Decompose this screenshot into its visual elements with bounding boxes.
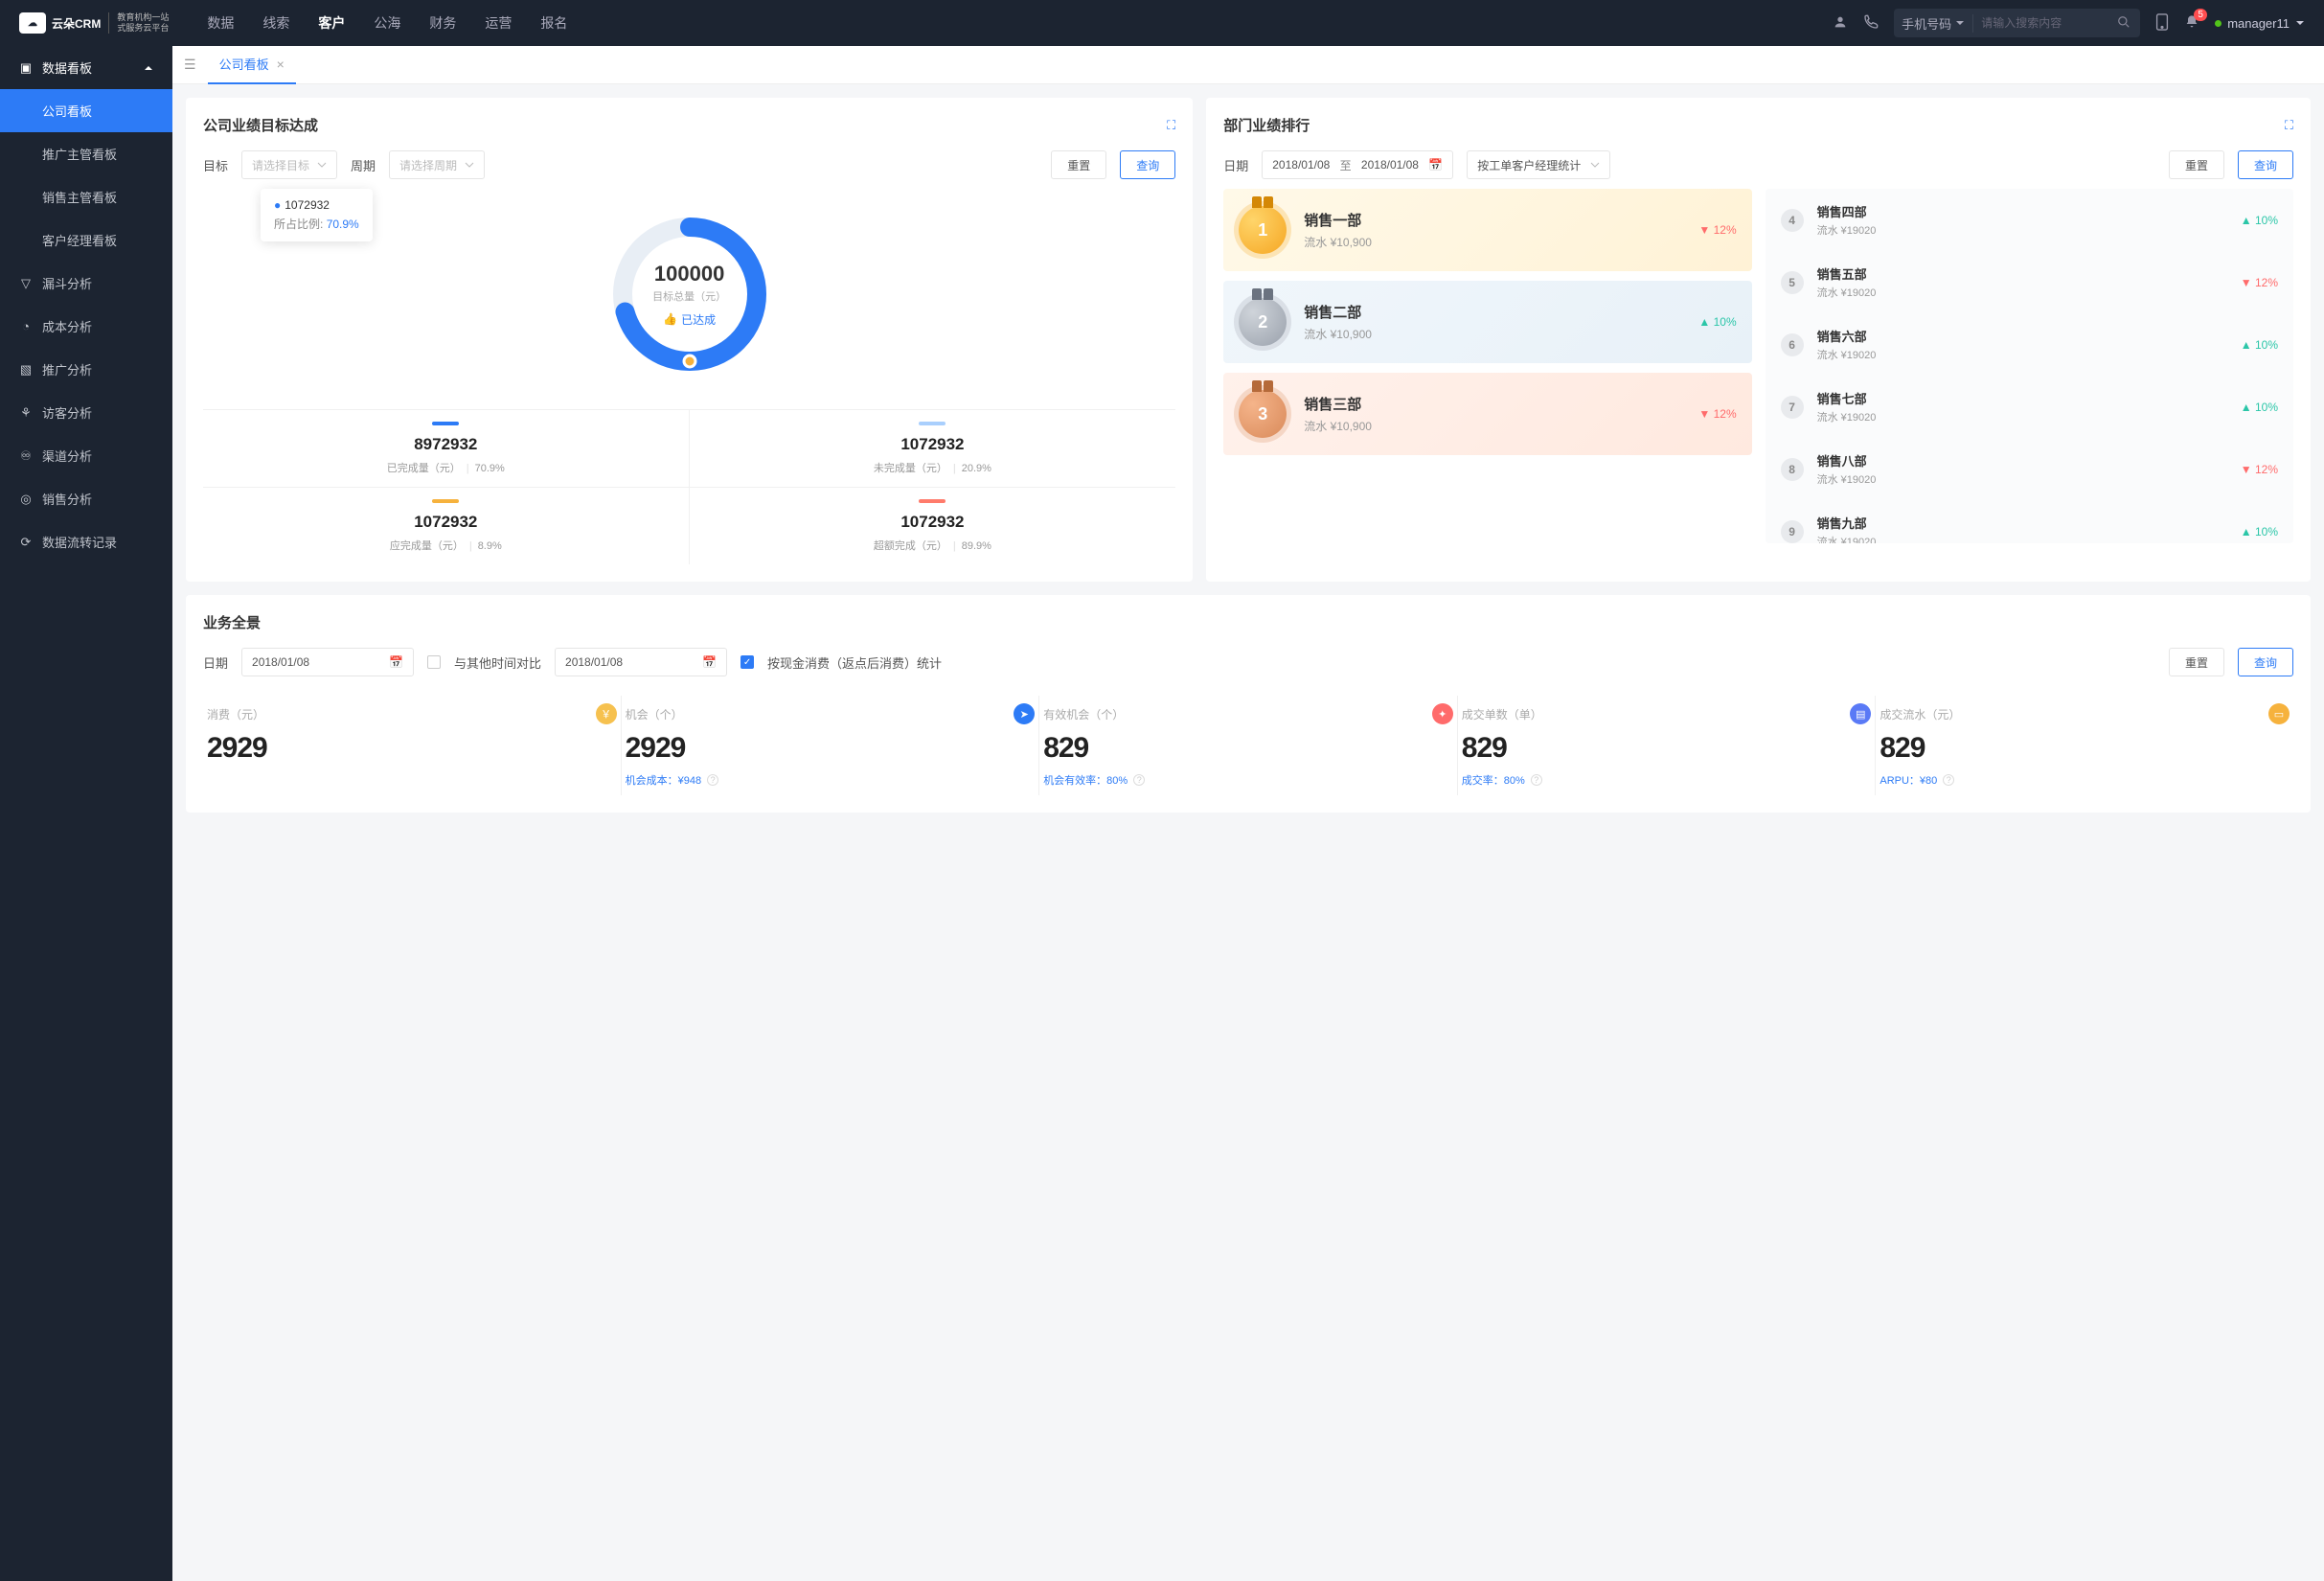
sidebar-item[interactable]: ♾渠道分析	[0, 434, 172, 477]
metric-cell: 1072932未完成量（元）|20.9%	[690, 409, 1176, 487]
sidebar-item[interactable]: ▧推广分析	[0, 348, 172, 391]
tab-company-board[interactable]: 公司看板 ×	[208, 46, 296, 84]
rank-top-item[interactable]: 2销售二部流水 ¥10,900▲ 10%	[1223, 281, 1751, 363]
rank-row[interactable]: 4销售四部流水 ¥19020▲ 10%	[1766, 189, 2293, 251]
chart-tooltip: ●1072932 所占比例: 70.9%	[261, 189, 373, 241]
sidebar-sub-item[interactable]: 公司看板	[0, 89, 172, 132]
tabs-bar: ☰ 公司看板 ×	[172, 46, 2324, 84]
donut-value: 100000	[654, 262, 724, 286]
rank-row[interactable]: 5销售五部流水 ¥19020▼ 12%	[1766, 251, 2293, 313]
card-overview-title: 业务全景	[203, 612, 261, 632]
filter-date-label: 日期	[1223, 156, 1248, 174]
kpi-card: 机会（个）➤2929机会成本：¥948?	[621, 696, 1039, 795]
expand-icon[interactable]: ⛶	[1167, 118, 1175, 133]
date-select[interactable]: 2018/01/08📅	[241, 648, 414, 676]
metric-cell: 1072932应完成量（元）|8.9%	[203, 487, 690, 564]
expand-icon[interactable]: ⛶	[2285, 118, 2293, 133]
filter-date-label: 日期	[203, 653, 228, 672]
notif-badge: 5	[2194, 9, 2207, 21]
rank-row[interactable]: 7销售七部流水 ¥19020▲ 10%	[1766, 376, 2293, 438]
rank-row[interactable]: 9销售九部流水 ¥19020▲ 10%	[1766, 500, 2293, 543]
filter-goal-label: 目标	[203, 156, 228, 174]
top-nav-item[interactable]: 数据	[207, 13, 234, 33]
donut-label: 目标总量（元）	[652, 288, 726, 304]
donut-chart: 100000 目标总量（元） 👍已达成	[604, 208, 776, 380]
sidebar-group-dashboard[interactable]: ▣数据看板	[0, 46, 172, 89]
sidebar-sub-item[interactable]: 客户经理看板	[0, 218, 172, 262]
card-overview: 业务全景 日期 2018/01/08📅 与其他时间对比 2018/01/08📅 …	[186, 595, 2311, 813]
top-nav: 数据 线索 客户 公海 财务 运营 报名	[207, 13, 1833, 33]
stat-type-select[interactable]: 按工单客户经理统计	[1467, 150, 1610, 179]
search-input[interactable]	[1973, 16, 2108, 30]
goal-select[interactable]: 请选择目标	[241, 150, 337, 179]
metric-cell: 8972932已完成量（元）|70.9%	[203, 409, 690, 487]
reset-button[interactable]: 重置	[2169, 648, 2224, 676]
search-type-select[interactable]: 手机号码	[1894, 14, 1973, 33]
sidebar-sub-item[interactable]: 推广主管看板	[0, 132, 172, 175]
card-rank-title: 部门业绩排行	[1223, 115, 1310, 135]
kpi-card: 有效机会（个）✦829机会有效率：80%?	[1038, 696, 1457, 795]
sidebar-item[interactable]: ⟳数据流转记录	[0, 520, 172, 563]
date2-select[interactable]: 2018/01/08📅	[555, 648, 727, 676]
query-button[interactable]: 查询	[1120, 150, 1175, 179]
search-icon[interactable]	[2108, 15, 2140, 32]
rank-row[interactable]: 6销售六部流水 ¥19020▲ 10%	[1766, 313, 2293, 376]
date-range-select[interactable]: 2018/01/08 至 2018/01/08 📅	[1262, 150, 1453, 179]
kpi-card: 成交流水（元）▭829ARPU：¥80?	[1875, 696, 2293, 795]
top-nav-item[interactable]: 财务	[429, 13, 456, 33]
top-nav-item[interactable]: 公海	[374, 13, 400, 33]
card-target: 公司业绩目标达成 ⛶ 目标 请选择目标 周期 请选择周期 重置 查询	[186, 98, 1193, 582]
sidebar-item[interactable]: ⚘访客分析	[0, 391, 172, 434]
cash-label: 按现金消费（返点后消费）统计	[767, 653, 942, 672]
top-header: ☁ 云朵CRM 教育机构一站 式服务云平台 数据 线索 客户 公海 财务 运营 报名 手机号…	[0, 0, 2324, 46]
sidebar-item[interactable]: ▽漏斗分析	[0, 262, 172, 305]
sidebar: ▣数据看板 公司看板推广主管看板销售主管看板客户经理看板 ▽漏斗分析◔成本分析▧…	[0, 46, 172, 1581]
bell-icon[interactable]: 5	[2184, 14, 2199, 33]
kpi-card: 成交单数（单）▤829成交率：80%?	[1457, 696, 1876, 795]
top-nav-item[interactable]: 报名	[540, 13, 567, 33]
user-icon[interactable]	[1833, 14, 1848, 33]
close-icon[interactable]: ×	[277, 57, 285, 72]
query-button[interactable]: 查询	[2238, 150, 2293, 179]
collapse-icon[interactable]: ☰	[184, 57, 196, 73]
card-rank: 部门业绩排行 ⛶ 日期 2018/01/08 至 2018/01/08 📅 按工…	[1206, 98, 2311, 582]
top-nav-item[interactable]: 运营	[485, 13, 512, 33]
donut-badge: 👍已达成	[663, 311, 716, 328]
search-box: 手机号码	[1894, 9, 2140, 37]
rank-top-item[interactable]: 1销售一部流水 ¥10,900▼ 12%	[1223, 189, 1751, 271]
sidebar-item[interactable]: ◎销售分析	[0, 477, 172, 520]
cash-checkbox[interactable]: ✓	[740, 655, 754, 669]
compare-checkbox[interactable]	[427, 655, 441, 669]
phone-icon[interactable]	[1863, 14, 1879, 33]
reset-button[interactable]: 重置	[2169, 150, 2224, 179]
rank-top-item[interactable]: 3销售三部流水 ¥10,900▼ 12%	[1223, 373, 1751, 455]
user-menu[interactable]: manager11	[2215, 16, 2305, 31]
top-nav-item[interactable]: 线索	[262, 13, 289, 33]
kpi-card: 消费（元）￥2929	[203, 696, 621, 795]
sidebar-sub-item[interactable]: 销售主管看板	[0, 175, 172, 218]
filter-period-label: 周期	[351, 156, 376, 174]
compare-label: 与其他时间对比	[454, 653, 541, 672]
period-select[interactable]: 请选择周期	[389, 150, 485, 179]
logo: ☁ 云朵CRM 教育机构一站 式服务云平台	[19, 12, 169, 34]
metric-cell: 1072932超额完成（元）|89.9%	[690, 487, 1176, 564]
reset-button[interactable]: 重置	[1051, 150, 1106, 179]
query-button[interactable]: 查询	[2238, 648, 2293, 676]
sidebar-item[interactable]: ◔成本分析	[0, 305, 172, 348]
card-target-title: 公司业绩目标达成	[203, 115, 318, 135]
device-icon[interactable]	[2155, 13, 2169, 34]
top-nav-item[interactable]: 客户	[318, 13, 345, 33]
rank-row[interactable]: 8销售八部流水 ¥19020▼ 12%	[1766, 438, 2293, 500]
